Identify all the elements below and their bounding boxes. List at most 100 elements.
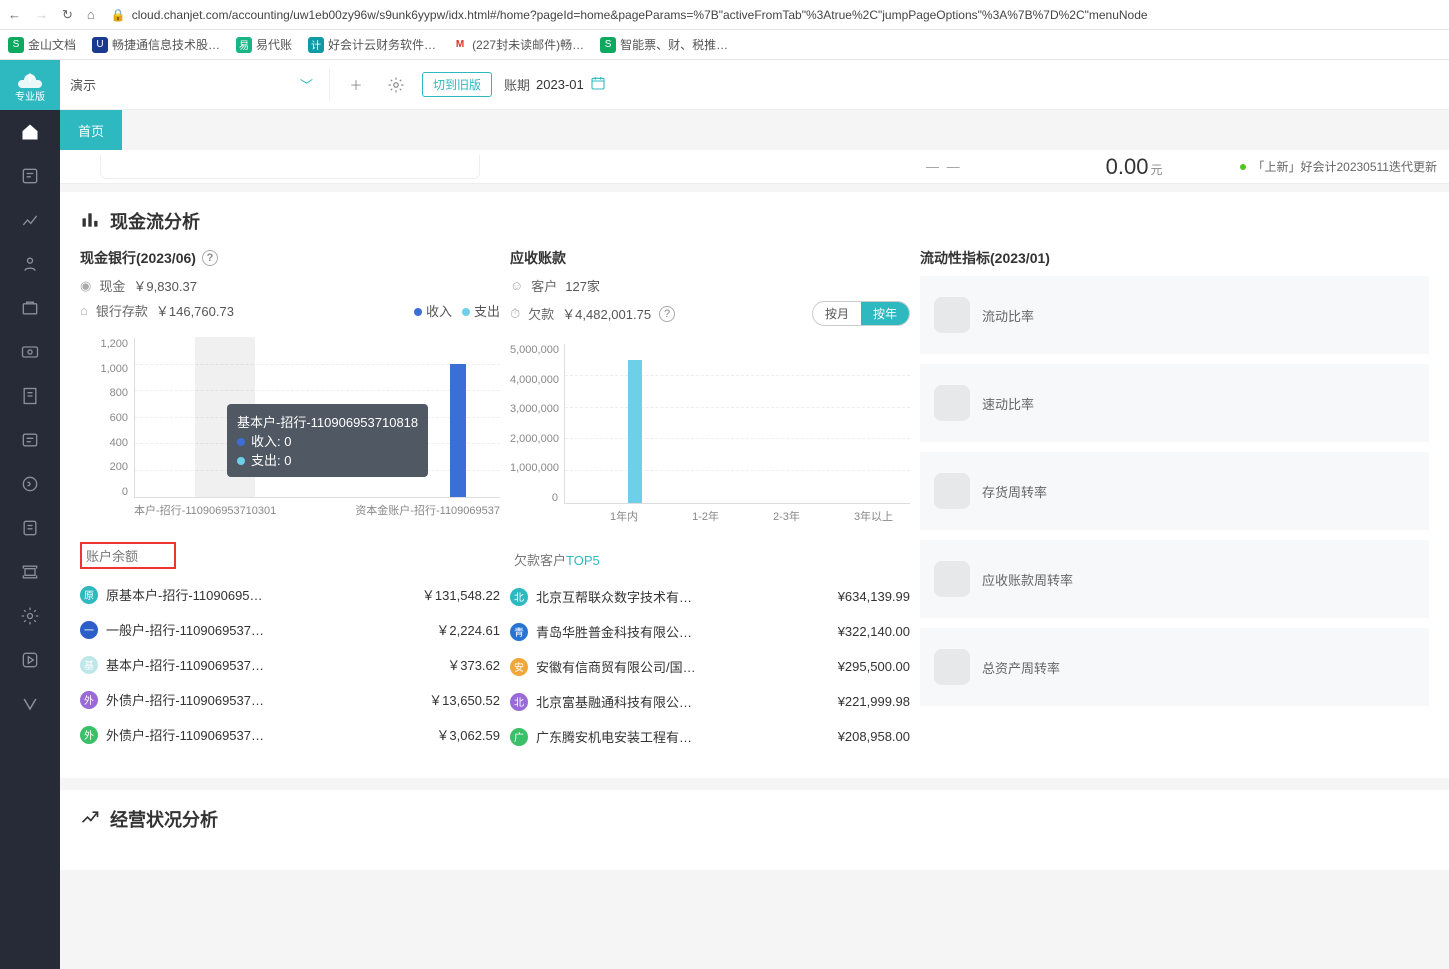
nav-reload-icon[interactable]: ↻ [62, 7, 73, 23]
legend-expense: 支出 [462, 301, 500, 320]
topbar: 演示 ﹀ ＋ 切到旧版 账期 2023-01 [60, 60, 1449, 110]
ratio-icon [934, 561, 970, 597]
add-button[interactable]: ＋ [342, 71, 370, 99]
gear-icon[interactable] [382, 71, 410, 99]
bank-value: ￥146,760.73 [156, 301, 234, 320]
bank-label: 银行存款 [96, 301, 148, 320]
side-print-icon[interactable] [0, 550, 60, 594]
bar-chart-icon [80, 210, 100, 233]
period-label: 账期 [504, 75, 530, 94]
tab-home[interactable]: 首页 [60, 110, 122, 150]
ratio-icon [934, 649, 970, 685]
company-name: 演示 [70, 75, 96, 94]
metric-card[interactable]: 流动比率 [920, 276, 1429, 354]
side-v-icon[interactable] [0, 682, 60, 726]
bookmark-item[interactable]: U畅捷通信息技术股… [92, 36, 220, 53]
browser-toolbar: ← → ↻ ⌂ 🔒 cloud.chanjet.com/accounting/u… [0, 0, 1449, 30]
help-icon[interactable]: ? [202, 250, 218, 266]
panel-title: 经营状况分析 [110, 806, 218, 832]
logo-subtitle: 专业版 [15, 88, 45, 103]
nav-forward-icon[interactable]: → [35, 7, 48, 22]
trend-icon [80, 808, 100, 831]
bookmark-item[interactable]: M(227封未读邮件)畅… [452, 36, 584, 53]
bookmark-item[interactable]: S智能票、财、税推… [600, 36, 728, 53]
side-tax-icon[interactable] [0, 418, 60, 462]
account-balance-header: 账户余额 [80, 542, 176, 569]
account-row[interactable]: 基基本户-招行-1109069537…￥373.62 [80, 647, 500, 682]
calendar-icon[interactable] [590, 75, 606, 94]
side-report-icon[interactable] [0, 198, 60, 242]
toggle-year: 按年 [861, 302, 909, 325]
side-voucher-icon[interactable] [0, 154, 60, 198]
cashflow-panel: 现金流分析 现金银行(2023/06) ? ◉ 现金 ￥9,830.37 [60, 192, 1449, 778]
account-row[interactable]: 外外债户-招行-1109069537…￥13,650.52 [80, 682, 500, 717]
ratio-icon [934, 473, 970, 509]
nav-back-icon[interactable]: ← [8, 7, 21, 22]
account-row[interactable]: 外外债户-招行-1109069537…￥3,062.59 [80, 717, 500, 752]
metric-card[interactable]: 总资产周转率 [920, 628, 1429, 706]
summary-strip: — — 0.00元 「上新」好会计20230511迭代更新 [60, 150, 1449, 184]
nav-home-icon[interactable]: ⌂ [87, 7, 95, 22]
side-settings-icon[interactable] [0, 594, 60, 638]
panel-title: 现金流分析 [110, 208, 200, 234]
side-salary-icon[interactable] [0, 330, 60, 374]
sidebar: 专业版 [0, 60, 60, 969]
ratio-icon [934, 297, 970, 333]
bank-icon: ⌂ [80, 303, 88, 318]
side-home-icon[interactable] [0, 110, 60, 154]
customer-value: 127家 [565, 276, 600, 295]
metric-card[interactable]: 速动比率 [920, 364, 1429, 442]
cash-value: ￥9,830.37 [133, 276, 197, 295]
period-value[interactable]: 2023-01 [536, 77, 584, 92]
side-fund-icon[interactable] [0, 242, 60, 286]
debt-icon: ⏱ [510, 306, 520, 322]
customer-icon: ☺ [510, 278, 523, 293]
debtor-row[interactable]: 青青岛华胜普金科技有限公…¥322,140.00 [510, 614, 910, 649]
debt-value: ￥4,482,001.75 [562, 304, 651, 323]
update-notice[interactable]: 「上新」好会计20230511迭代更新 [1240, 158, 1437, 175]
receivable-title: 应收账款 [510, 248, 566, 268]
debtor-row[interactable]: 广广东腾安机电安装工程有…¥208,958.00 [510, 719, 910, 754]
bookmark-item[interactable]: 易易代账 [236, 36, 292, 53]
bookmark-item[interactable]: S金山文档 [8, 36, 76, 53]
side-closing-icon[interactable] [0, 506, 60, 550]
app-logo[interactable]: 专业版 [0, 60, 60, 110]
debtor-row[interactable]: 北北京互帮联众数字技术有…¥634,139.99 [510, 579, 910, 614]
cash-bar-chart[interactable]: 02004006008001,0001,200 [80, 338, 500, 528]
help-icon[interactable]: ? [659, 306, 675, 322]
x-label-right: 资本金账户-招行-1109069537 [355, 502, 500, 518]
bookmarks-bar: S金山文档 U畅捷通信息技术股… 易易代账 计好会计云财务软件… M(227封未… [0, 30, 1449, 60]
sub-tabs: 首页 [60, 110, 1449, 150]
debt-label: 欠款 [528, 304, 554, 323]
bookmark-item[interactable]: 计好会计云财务软件… [308, 36, 436, 53]
account-row[interactable]: 一一般户-招行-1109069537…￥2,224.61 [80, 612, 500, 647]
cash-bank-title: 现金银行(2023/06) [80, 248, 196, 268]
liquidity-title: 流动性指标(2023/01) [920, 248, 1050, 268]
chevron-down-icon: ﹀ [300, 75, 313, 94]
ratio-icon [934, 385, 970, 421]
side-invoice-icon[interactable] [0, 374, 60, 418]
metric-card[interactable]: 存货周转率 [920, 452, 1429, 530]
debtor-row[interactable]: 北北京富基融通科技有限公…¥221,999.98 [510, 684, 910, 719]
toggle-month: 按月 [813, 302, 861, 325]
dash-value: — — [926, 159, 962, 174]
unit-label: 元 [1150, 163, 1162, 177]
x-label-left: 本户-招行-110906953710301 [134, 502, 276, 518]
metric-card[interactable]: 应收账款周转率 [920, 540, 1429, 618]
customer-label: 客户 [531, 276, 557, 295]
zero-value: 0.00 [1106, 154, 1149, 179]
top5-header: 欠款客户TOP5 [510, 548, 604, 571]
legend-income: 收入 [414, 301, 452, 320]
period-toggle[interactable]: 按月 按年 [812, 301, 910, 326]
side-archive-icon[interactable] [0, 462, 60, 506]
debtor-row[interactable]: 安安徽有信商贸有限公司/国…¥295,500.00 [510, 649, 910, 684]
account-row[interactable]: 原原基本户-招行-11090695…￥131,548.22 [80, 577, 500, 612]
chart-tooltip: 基本户-招行-110906953710818 收入: 0 支出: 0 [227, 404, 428, 477]
side-app-icon[interactable] [0, 638, 60, 682]
side-asset-icon[interactable] [0, 286, 60, 330]
company-select[interactable]: 演示 ﹀ [70, 69, 330, 101]
receivable-bar-chart[interactable]: 01,000,0002,000,0003,000,0004,000,0005,0… [510, 344, 910, 534]
switch-old-button[interactable]: 切到旧版 [422, 72, 492, 97]
url-text[interactable]: cloud.chanjet.com/accounting/uw1eb00zy96… [132, 8, 1148, 22]
cash-icon: ◉ [80, 278, 91, 294]
